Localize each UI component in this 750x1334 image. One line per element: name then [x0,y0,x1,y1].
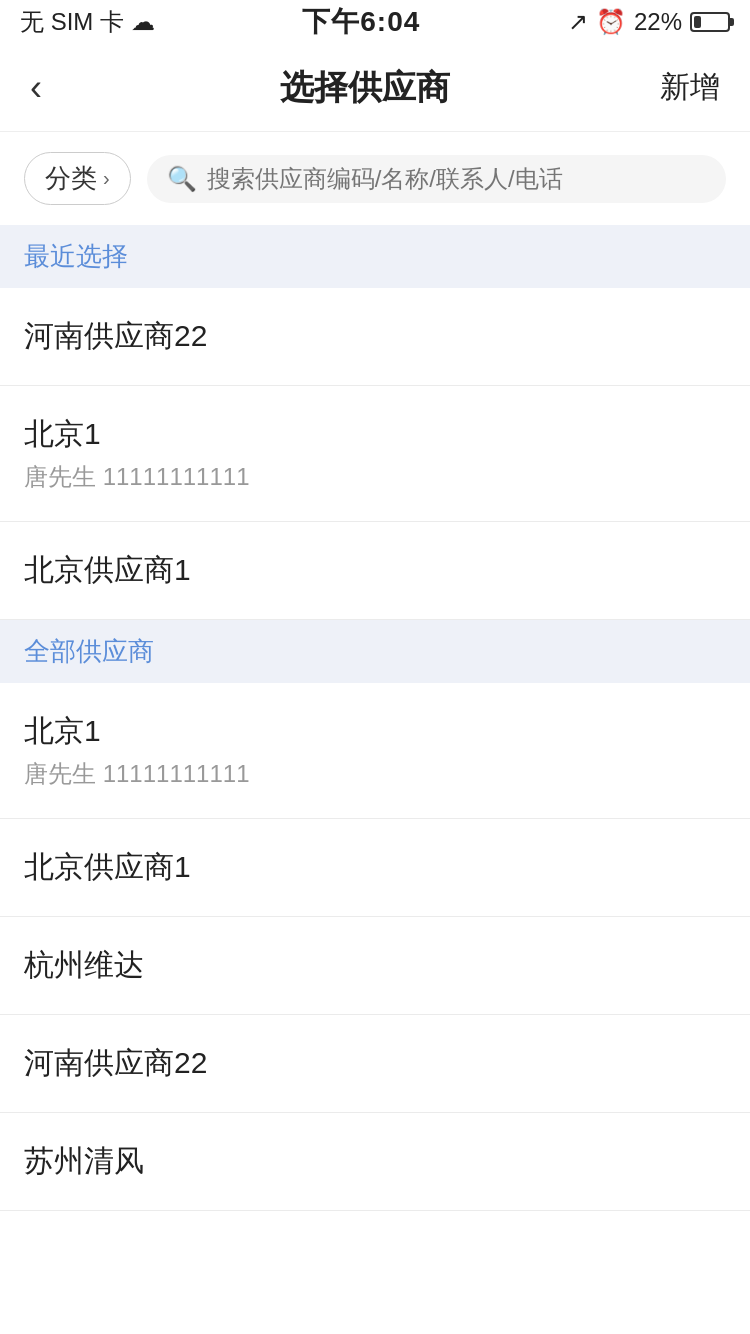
list-item[interactable]: 杭州维达 [0,917,750,1015]
page-title: 选择供应商 [280,65,450,111]
no-sim-label: 无 SIM 卡 ☁ [20,6,155,38]
item-name: 北京1 [24,414,726,455]
alarm-icon: ⏰ [596,8,626,36]
add-button[interactable]: 新增 [640,67,720,108]
item-name: 河南供应商22 [24,316,726,357]
item-name: 北京供应商1 [24,550,726,591]
section-header-all: 全部供应商 [0,620,750,683]
status-right: ↗ ⏰ 22% [568,8,730,36]
chevron-right-icon: › [103,167,110,190]
category-label: 分类 [45,161,97,196]
location-icon: ↗ [568,8,588,36]
item-sub: 唐先生 11111111111 [24,758,726,790]
search-box: 🔍 [147,155,726,203]
status-left: 无 SIM 卡 ☁ [20,6,155,38]
list-item[interactable]: 河南供应商22 [0,1015,750,1113]
list-item[interactable]: 北京供应商1 [0,522,750,620]
item-name: 北京1 [24,711,726,752]
list-item[interactable]: 苏州清风 [0,1113,750,1211]
battery-percent: 22% [634,8,682,36]
list-item[interactable]: 河南供应商22 [0,288,750,386]
item-sub: 唐先生 11111111111 [24,461,726,493]
status-bar: 无 SIM 卡 ☁ 下午6:04 ↗ ⏰ 22% [0,0,750,44]
list-item[interactable]: 北京1 唐先生 11111111111 [0,683,750,819]
battery-icon [690,12,730,32]
item-name: 河南供应商22 [24,1043,726,1084]
category-filter-button[interactable]: 分类 › [24,152,131,205]
item-name: 杭州维达 [24,945,726,986]
filter-bar: 分类 › 🔍 [0,132,750,225]
item-name: 苏州清风 [24,1141,726,1182]
search-icon: 🔍 [167,165,197,193]
sections-container: 最近选择河南供应商22 北京1 唐先生 11111111111 北京供应商1 全部供应商… [0,225,750,1211]
status-time: 下午6:04 [302,3,420,41]
section-header-recent: 最近选择 [0,225,750,288]
search-input[interactable] [207,165,706,193]
list-item[interactable]: 北京1 唐先生 11111111111 [0,386,750,522]
item-name: 北京供应商1 [24,847,726,888]
nav-bar: ‹ 选择供应商 新增 [0,44,750,132]
list-item[interactable]: 北京供应商1 [0,819,750,917]
back-button[interactable]: ‹ [30,67,90,109]
